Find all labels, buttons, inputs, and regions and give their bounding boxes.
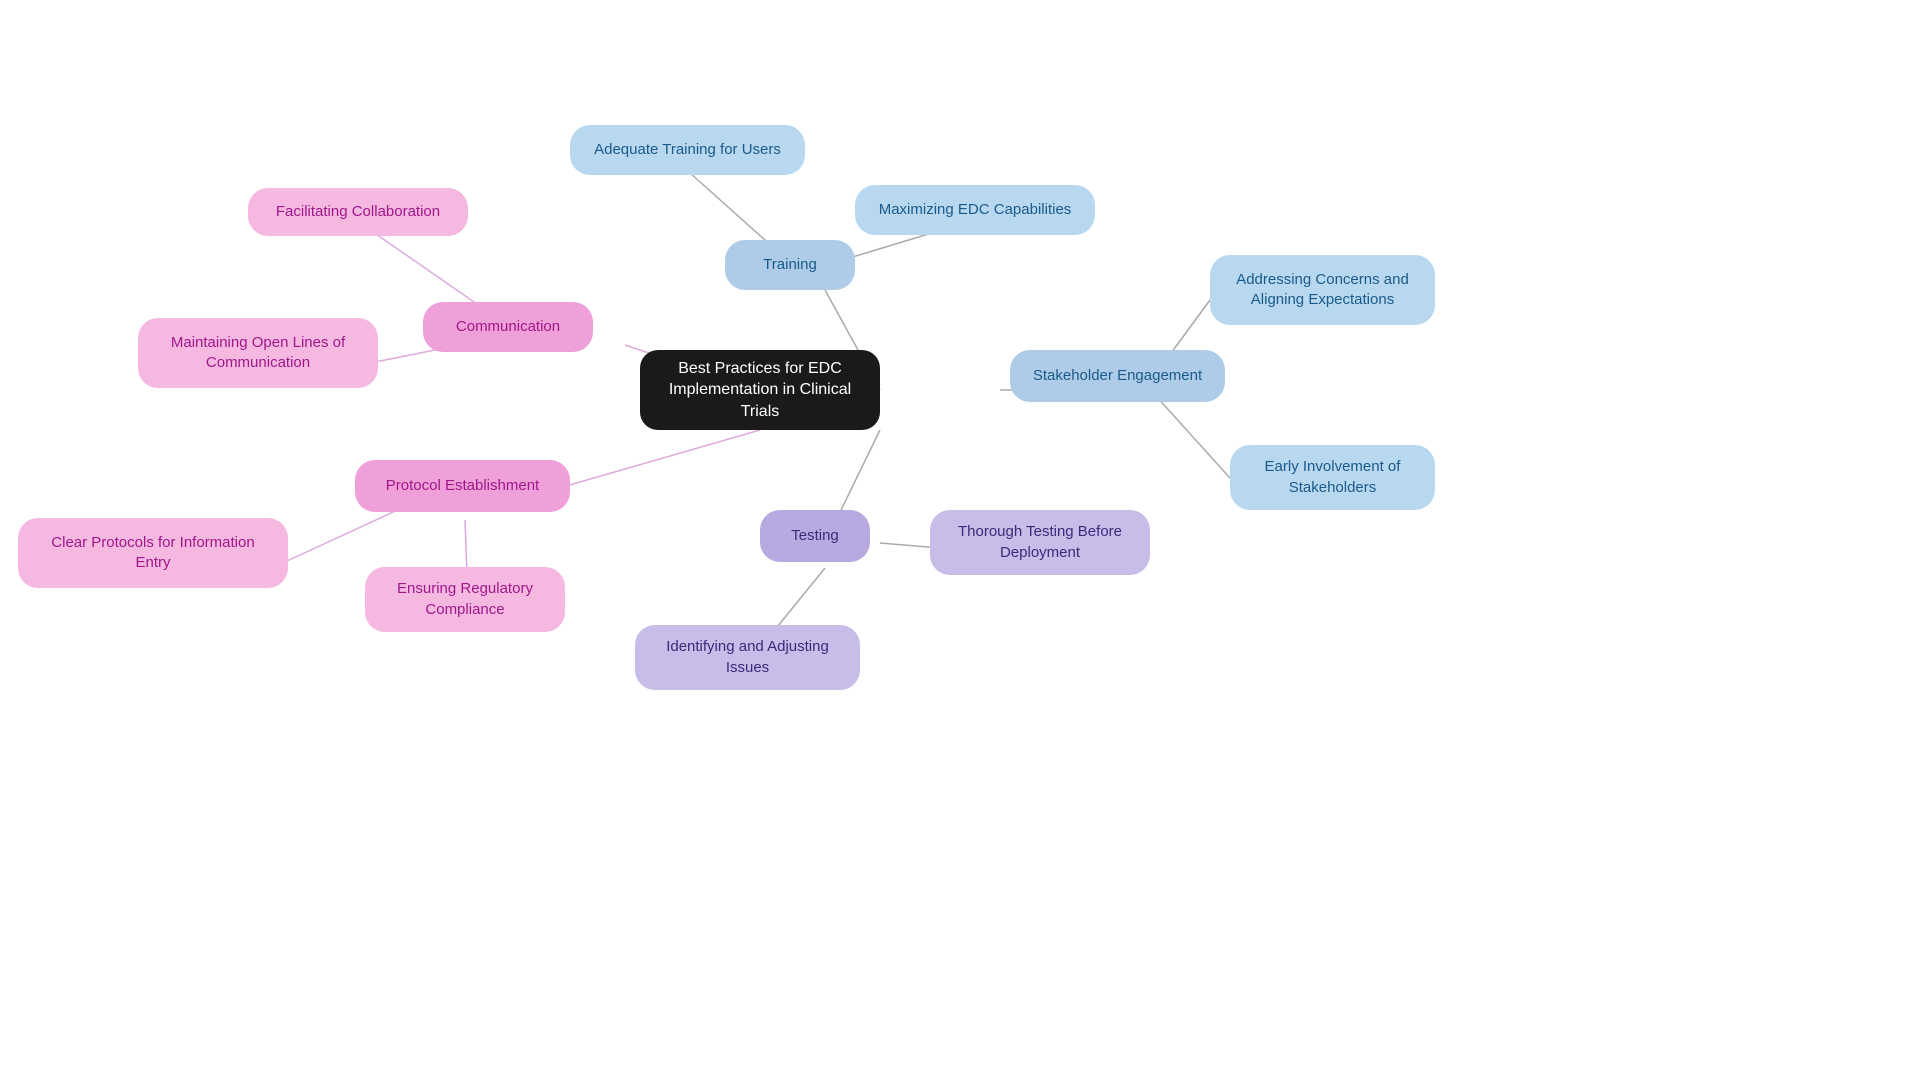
thorough-testing-label: Thorough Testing Before Deployment bbox=[948, 522, 1132, 563]
center-node: Best Practices for EDC Implementation in… bbox=[640, 350, 880, 430]
training-node: Training bbox=[725, 240, 855, 290]
addressing-concerns-node: Addressing Concerns and Aligning Expecta… bbox=[1210, 255, 1435, 325]
ensuring-regulatory-label: Ensuring Regulatory Compliance bbox=[383, 579, 547, 620]
training-label: Training bbox=[763, 255, 817, 275]
maintaining-open-node: Maintaining Open Lines of Communication bbox=[138, 318, 378, 388]
thorough-testing-node: Thorough Testing Before Deployment bbox=[930, 510, 1150, 575]
communication-label: Communication bbox=[456, 317, 560, 337]
adequate-training-label: Adequate Training for Users bbox=[594, 140, 781, 160]
identifying-issues-node: Identifying and Adjusting Issues bbox=[635, 625, 860, 690]
early-involvement-label: Early Involvement of Stakeholders bbox=[1248, 457, 1417, 498]
maximizing-edc-node: Maximizing EDC Capabilities bbox=[855, 185, 1095, 235]
center-label: Best Practices for EDC Implementation in… bbox=[658, 358, 862, 423]
protocol-node: Protocol Establishment bbox=[355, 460, 570, 512]
addressing-concerns-label: Addressing Concerns and Aligning Expecta… bbox=[1228, 270, 1417, 311]
stakeholder-node: Stakeholder Engagement bbox=[1010, 350, 1225, 402]
protocol-label: Protocol Establishment bbox=[386, 476, 539, 496]
stakeholder-label: Stakeholder Engagement bbox=[1033, 366, 1202, 386]
maintaining-open-label: Maintaining Open Lines of Communication bbox=[156, 333, 360, 374]
early-involvement-node: Early Involvement of Stakeholders bbox=[1230, 445, 1435, 510]
adequate-training-node: Adequate Training for Users bbox=[570, 125, 805, 175]
maximizing-edc-label: Maximizing EDC Capabilities bbox=[879, 200, 1072, 220]
ensuring-regulatory-node: Ensuring Regulatory Compliance bbox=[365, 567, 565, 632]
facilitating-collab-label: Facilitating Collaboration bbox=[276, 202, 440, 222]
facilitating-collab-node: Facilitating Collaboration bbox=[248, 188, 468, 236]
testing-label: Testing bbox=[791, 526, 839, 546]
testing-node: Testing bbox=[760, 510, 870, 562]
communication-node: Communication bbox=[423, 302, 593, 352]
clear-protocols-node: Clear Protocols for Information Entry bbox=[18, 518, 288, 588]
identifying-issues-label: Identifying and Adjusting Issues bbox=[653, 637, 842, 678]
clear-protocols-label: Clear Protocols for Information Entry bbox=[36, 533, 270, 574]
